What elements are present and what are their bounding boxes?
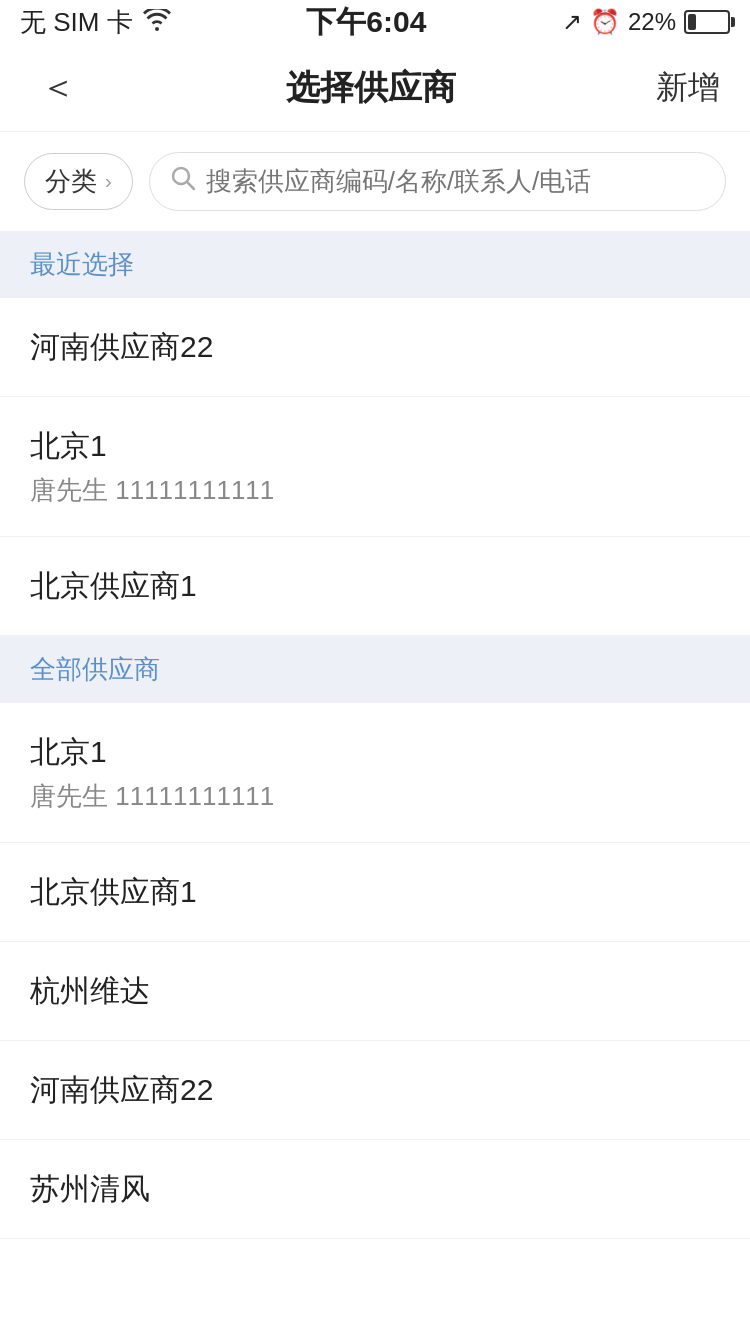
recent-section-label: 最近选择: [30, 249, 134, 279]
svg-line-1: [187, 182, 194, 189]
battery-icon: [684, 10, 730, 34]
no-sim-label: 无 SIM 卡: [20, 5, 133, 40]
item-name: 北京供应商1: [30, 565, 720, 607]
category-label: 分类: [45, 164, 97, 199]
item-contact: 唐先生 11111111111: [30, 473, 720, 508]
add-button[interactable]: 新增: [656, 66, 720, 110]
item-name: 杭州维达: [30, 970, 720, 1012]
chevron-icon: ›: [105, 170, 112, 193]
nav-bar: ＜ 选择供应商 新增: [0, 44, 750, 132]
list-item[interactable]: 北京1 唐先生 11111111111: [0, 397, 750, 537]
list-item[interactable]: 北京供应商1: [0, 843, 750, 942]
status-left: 无 SIM 卡: [20, 5, 171, 40]
all-list: 北京1 唐先生 11111111111 北京供应商1 杭州维达河南供应商22 苏州清风: [0, 703, 750, 1239]
search-box[interactable]: [149, 152, 726, 211]
list-item[interactable]: 北京供应商1: [0, 537, 750, 636]
item-contact: 唐先生 11111111111: [30, 779, 720, 814]
alarm-icon: ⏰: [590, 8, 620, 36]
status-time: 下午6:04: [306, 2, 426, 43]
list-item[interactable]: 北京1 唐先生 11111111111: [0, 703, 750, 843]
search-input[interactable]: [206, 166, 705, 197]
search-icon: [170, 165, 196, 198]
filter-bar: 分类 ›: [0, 132, 750, 231]
recent-section-header: 最近选择: [0, 231, 750, 298]
page-title: 选择供应商: [286, 65, 456, 111]
list-item[interactable]: 杭州维达: [0, 942, 750, 1041]
item-name: 苏州清风: [30, 1168, 720, 1210]
list-item[interactable]: 河南供应商22: [0, 298, 750, 397]
battery-percent: 22%: [628, 8, 676, 36]
list-item[interactable]: 苏州清风: [0, 1140, 750, 1239]
item-name: 北京1: [30, 425, 720, 467]
all-section-header: 全部供应商: [0, 636, 750, 703]
recent-list: 河南供应商22 北京1 唐先生 11111111111 北京供应商1: [0, 298, 750, 636]
wifi-icon: [143, 7, 171, 38]
status-right: ↗ ⏰ 22%: [562, 8, 730, 36]
status-bar: 无 SIM 卡 下午6:04 ↗ ⏰ 22%: [0, 0, 750, 44]
category-button[interactable]: 分类 ›: [24, 153, 133, 210]
item-name: 北京1: [30, 731, 720, 773]
item-name: 河南供应商22: [30, 326, 720, 368]
item-name: 河南供应商22: [30, 1069, 720, 1111]
all-section-label: 全部供应商: [30, 654, 160, 684]
list-item[interactable]: 河南供应商22: [0, 1041, 750, 1140]
item-name: 北京供应商1: [30, 871, 720, 913]
back-button[interactable]: ＜: [30, 53, 86, 122]
location-icon: ↗: [562, 8, 582, 36]
